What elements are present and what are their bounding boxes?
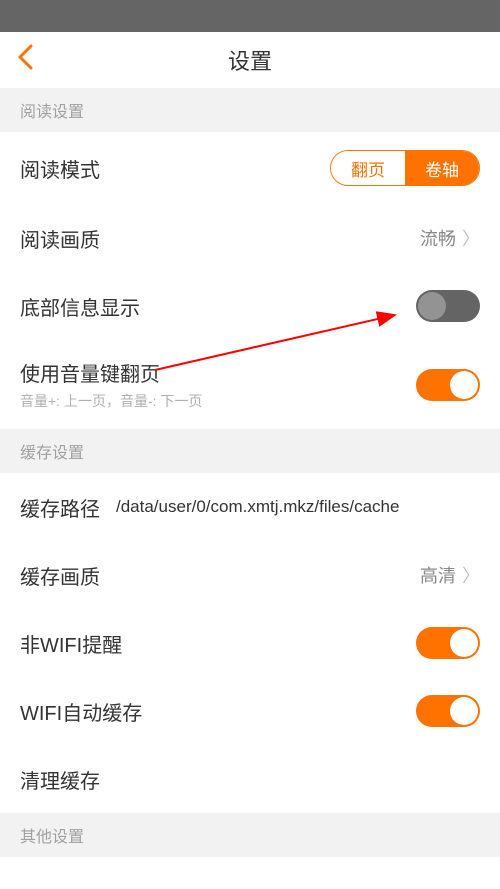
wifi-auto-cache-toggle[interactable] — [416, 695, 480, 727]
reading-quality-row[interactable]: 阅读画质 流畅 〉 — [0, 204, 500, 272]
section-header-cache: 缓存设置 — [0, 429, 500, 473]
reading-mode-row: 阅读模式 翻页 卷轴 — [0, 132, 500, 204]
cache-quality-value: 高清 — [420, 562, 456, 588]
segment-scroll[interactable]: 卷轴 — [405, 151, 479, 185]
clear-cache-row[interactable]: 清理缓存 — [0, 745, 500, 813]
wifi-auto-cache-label: WIFI自动缓存 — [20, 697, 416, 726]
volume-page-turn-label: 使用音量键翻页 — [20, 358, 416, 387]
bottom-info-label: 底部信息显示 — [20, 292, 416, 321]
section-header-reading: 阅读设置 — [0, 88, 500, 132]
page-title: 设置 — [228, 44, 272, 76]
cache-path-value: /data/user/0/com.xmtj.mkz/files/cache — [116, 497, 399, 517]
bottom-info-toggle[interactable] — [416, 290, 480, 322]
volume-page-turn-labels: 使用音量键翻页 音量+: 上一页，音量-: 下一页 — [20, 358, 416, 411]
non-wifi-alert-row: 非WIFI提醒 — [0, 609, 500, 677]
toggle-knob — [450, 629, 478, 657]
bottom-info-row: 底部信息显示 — [0, 272, 500, 340]
cache-path-label: 缓存路径 — [20, 493, 100, 522]
cache-path-row[interactable]: 缓存路径 /data/user/0/com.xmtj.mkz/files/cac… — [0, 473, 500, 541]
segment-flip[interactable]: 翻页 — [331, 151, 405, 185]
reading-quality-label: 阅读画质 — [20, 224, 420, 253]
toggle-knob — [450, 697, 478, 725]
back-icon[interactable] — [16, 43, 34, 78]
reading-quality-value: 流畅 — [420, 225, 456, 251]
non-wifi-alert-label: 非WIFI提醒 — [20, 629, 416, 658]
volume-page-turn-subtitle: 音量+: 上一页，音量-: 下一页 — [20, 391, 416, 411]
status-bar — [0, 0, 500, 32]
clear-cache-label: 清理缓存 — [20, 765, 480, 794]
wifi-auto-cache-row: WIFI自动缓存 — [0, 677, 500, 745]
volume-page-turn-toggle[interactable] — [416, 369, 480, 401]
chevron-right-icon: 〉 — [462, 562, 480, 588]
chevron-right-icon: 〉 — [462, 225, 480, 251]
section-header-other: 其他设置 — [0, 813, 500, 857]
reading-mode-label: 阅读模式 — [20, 154, 330, 183]
cache-quality-row[interactable]: 缓存画质 高清 〉 — [0, 541, 500, 609]
non-wifi-alert-toggle[interactable] — [416, 627, 480, 659]
header: 设置 — [0, 32, 500, 88]
toggle-knob — [450, 371, 478, 399]
toggle-knob — [418, 292, 446, 320]
volume-page-turn-row: 使用音量键翻页 音量+: 上一页，音量-: 下一页 — [0, 340, 500, 429]
cache-quality-label: 缓存画质 — [20, 561, 420, 590]
reading-mode-segmented[interactable]: 翻页 卷轴 — [330, 150, 480, 186]
